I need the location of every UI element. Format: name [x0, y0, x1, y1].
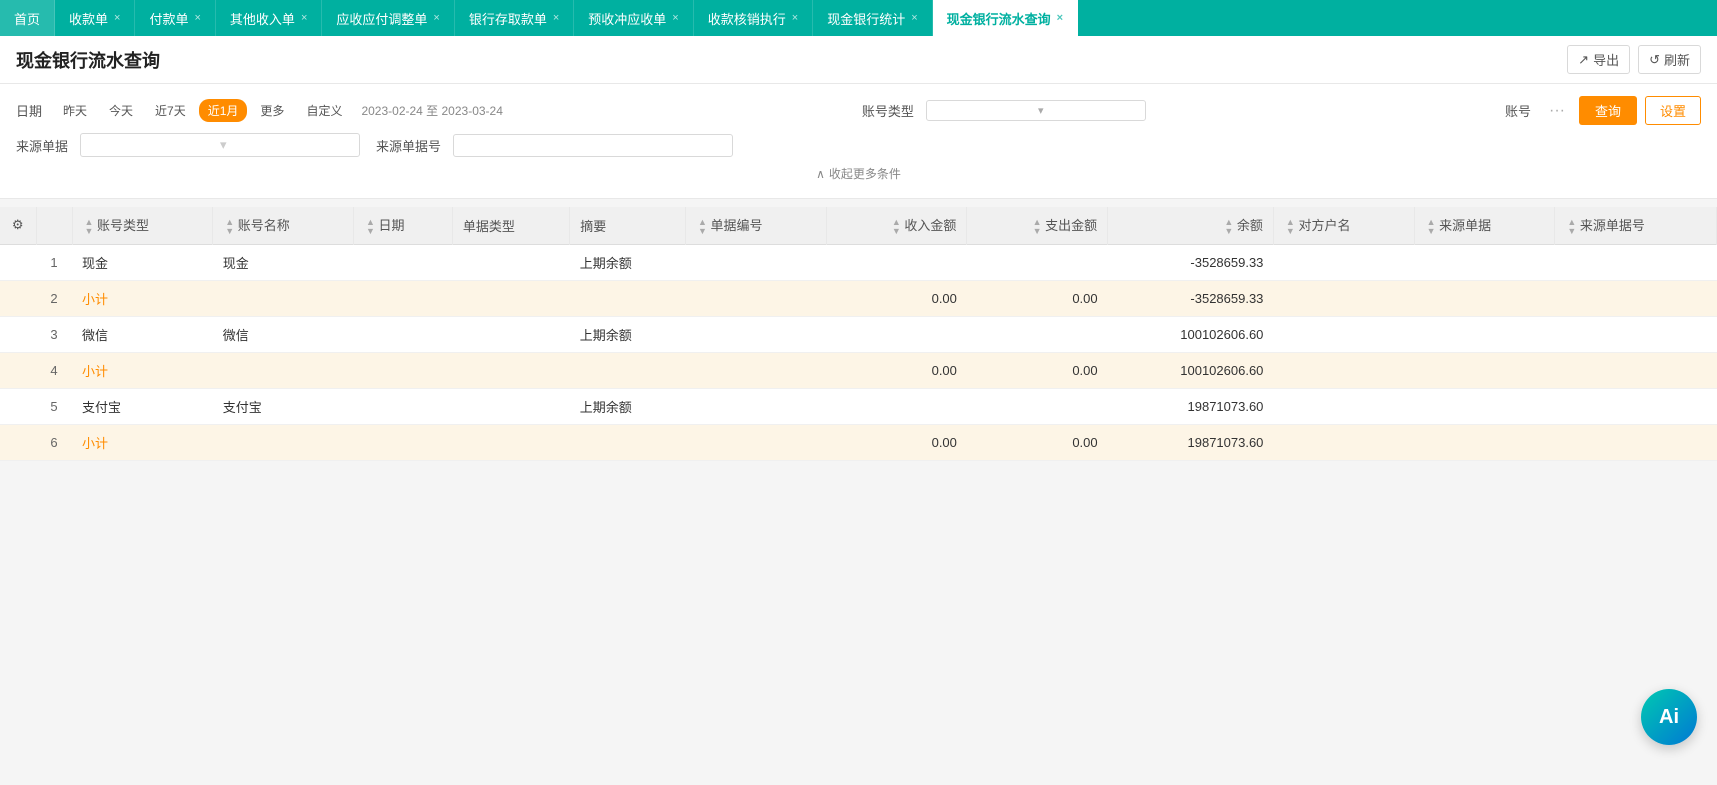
- col-doc-no[interactable]: ▲▼ 单据编号: [685, 207, 826, 244]
- table-container: ⚙ ▲▼ 账号类型 ▲▼ 账号名称 ▲▼ 日期 单据类型 摘要 ▲: [0, 207, 1717, 461]
- table-row: 6小计0.000.0019871073.60: [0, 424, 1717, 460]
- table-row: 3微信微信上期余额100102606.60: [0, 316, 1717, 352]
- table-row: 2小计0.000.00-3528659.33: [0, 280, 1717, 316]
- table-row: 4小计0.000.00100102606.60: [0, 352, 1717, 388]
- chevron-down-icon: ▾: [220, 137, 351, 153]
- collapse-bar[interactable]: ∧ 收起更多条件: [16, 161, 1701, 190]
- gear-icon[interactable]: ⚙: [12, 217, 24, 232]
- filter-area: 日期 昨天 今天 近7天 近1月 更多 自定义 2023-02-24 至 202…: [0, 84, 1717, 199]
- account-type-select[interactable]: ▾: [926, 100, 1146, 121]
- col-account-name[interactable]: ▲▼ 账号名称: [213, 207, 354, 244]
- nav-payment[interactable]: 付款单 ×: [135, 0, 215, 36]
- nav-stats[interactable]: 现金银行统计 ×: [813, 0, 932, 36]
- nav-adjustment[interactable]: 应收应付调整单 ×: [322, 0, 454, 36]
- nav-receipt[interactable]: 收款单 ×: [55, 0, 135, 36]
- filter-row-1: 日期 昨天 今天 近7天 近1月 更多 自定义 2023-02-24 至 202…: [16, 96, 1701, 125]
- col-income[interactable]: ▲▼ 收入金额: [826, 207, 967, 244]
- date-custom[interactable]: 自定义: [297, 99, 351, 122]
- close-icon[interactable]: ×: [301, 12, 307, 24]
- account-no-ellipsis[interactable]: ···: [1543, 102, 1571, 120]
- table-row: 5支付宝支付宝上期余额19871073.60: [0, 388, 1717, 424]
- nav-cashflow[interactable]: 现金银行流水查询 ×: [933, 0, 1078, 36]
- source-doc-group: 来源单据 ▾: [16, 133, 360, 157]
- close-icon[interactable]: ×: [672, 12, 678, 24]
- col-date[interactable]: ▲▼ 日期: [353, 207, 452, 244]
- account-type-label: 账号类型: [862, 101, 914, 120]
- source-doc-label: 来源单据: [16, 136, 68, 155]
- page-header: 现金银行流水查询 ↗ 导出 ↺ 刷新: [0, 36, 1717, 84]
- date-yesterday[interactable]: 昨天: [54, 99, 96, 122]
- col-counterpart[interactable]: ▲▼ 对方户名: [1273, 207, 1414, 244]
- nav-other-income[interactable]: 其他收入单 ×: [216, 0, 322, 36]
- col-source-doc-no[interactable]: ▲▼ 来源单据号: [1555, 207, 1717, 244]
- nav-prepay[interactable]: 预收冲应收单 ×: [574, 0, 693, 36]
- date-range-text: 2023-02-24 至 2023-03-24: [361, 102, 502, 119]
- source-doc-no-group: 来源单据号: [376, 134, 733, 157]
- refresh-button[interactable]: ↺ 刷新: [1638, 45, 1701, 74]
- chevron-down-icon: ▾: [1038, 104, 1137, 117]
- nav-home[interactable]: 首页: [0, 0, 55, 36]
- date-more[interactable]: 更多: [251, 99, 293, 122]
- table-row: 1现金现金上期余额-3528659.33: [0, 244, 1717, 280]
- query-button[interactable]: 查询: [1579, 96, 1637, 125]
- page-title: 现金银行流水查询: [16, 47, 160, 73]
- source-doc-no-label: 来源单据号: [376, 136, 441, 155]
- date-7days[interactable]: 近7天: [146, 99, 195, 122]
- settings-button[interactable]: 设置: [1645, 96, 1701, 125]
- account-no-label: 账号: [1505, 101, 1531, 120]
- col-gear[interactable]: ⚙: [0, 207, 36, 244]
- top-nav: 首页 收款单 × 付款单 × 其他收入单 × 应收应付调整单 × 银行存取款单 …: [0, 0, 1717, 36]
- nav-verify[interactable]: 收款核销执行 ×: [694, 0, 813, 36]
- refresh-icon: ↺: [1649, 52, 1660, 68]
- data-table: ⚙ ▲▼ 账号类型 ▲▼ 账号名称 ▲▼ 日期 单据类型 摘要 ▲: [0, 207, 1717, 461]
- close-icon[interactable]: ×: [114, 12, 120, 24]
- date-1month[interactable]: 近1月: [199, 99, 248, 122]
- close-icon[interactable]: ×: [433, 12, 439, 24]
- nav-bank-deposit[interactable]: 银行存取款单 ×: [455, 0, 574, 36]
- header-actions: ↗ 导出 ↺ 刷新: [1567, 45, 1701, 74]
- col-idx: [36, 207, 72, 244]
- source-doc-no-input[interactable]: [453, 134, 733, 157]
- date-shortcuts: 昨天 今天 近7天 近1月 更多 自定义: [54, 99, 351, 122]
- col-doc-type: 单据类型: [452, 207, 569, 244]
- date-label: 日期: [16, 101, 42, 120]
- col-summary: 摘要: [570, 207, 686, 244]
- export-icon: ↗: [1578, 52, 1589, 68]
- col-expense[interactable]: ▲▼ 支出金额: [967, 207, 1108, 244]
- table-header-row: ⚙ ▲▼ 账号类型 ▲▼ 账号名称 ▲▼ 日期 单据类型 摘要 ▲: [0, 207, 1717, 244]
- col-balance[interactable]: ▲▼ 余额: [1108, 207, 1274, 244]
- close-icon[interactable]: ×: [553, 12, 559, 24]
- filter-row-2: 来源单据 ▾ 来源单据号: [16, 133, 1701, 161]
- source-doc-select[interactable]: ▾: [80, 133, 360, 157]
- close-icon[interactable]: ×: [1057, 12, 1063, 24]
- close-icon[interactable]: ×: [194, 12, 200, 24]
- date-today[interactable]: 今天: [100, 99, 142, 122]
- close-icon[interactable]: ×: [911, 12, 917, 24]
- chevron-up-icon: ∧: [816, 167, 825, 181]
- col-account-type[interactable]: ▲▼ 账号类型: [72, 207, 213, 244]
- close-icon[interactable]: ×: [792, 12, 798, 24]
- export-button[interactable]: ↗ 导出: [1567, 45, 1630, 74]
- col-source-doc[interactable]: ▲▼ 来源单据: [1414, 207, 1555, 244]
- ai-assistant-button[interactable]: Ai: [1641, 689, 1697, 745]
